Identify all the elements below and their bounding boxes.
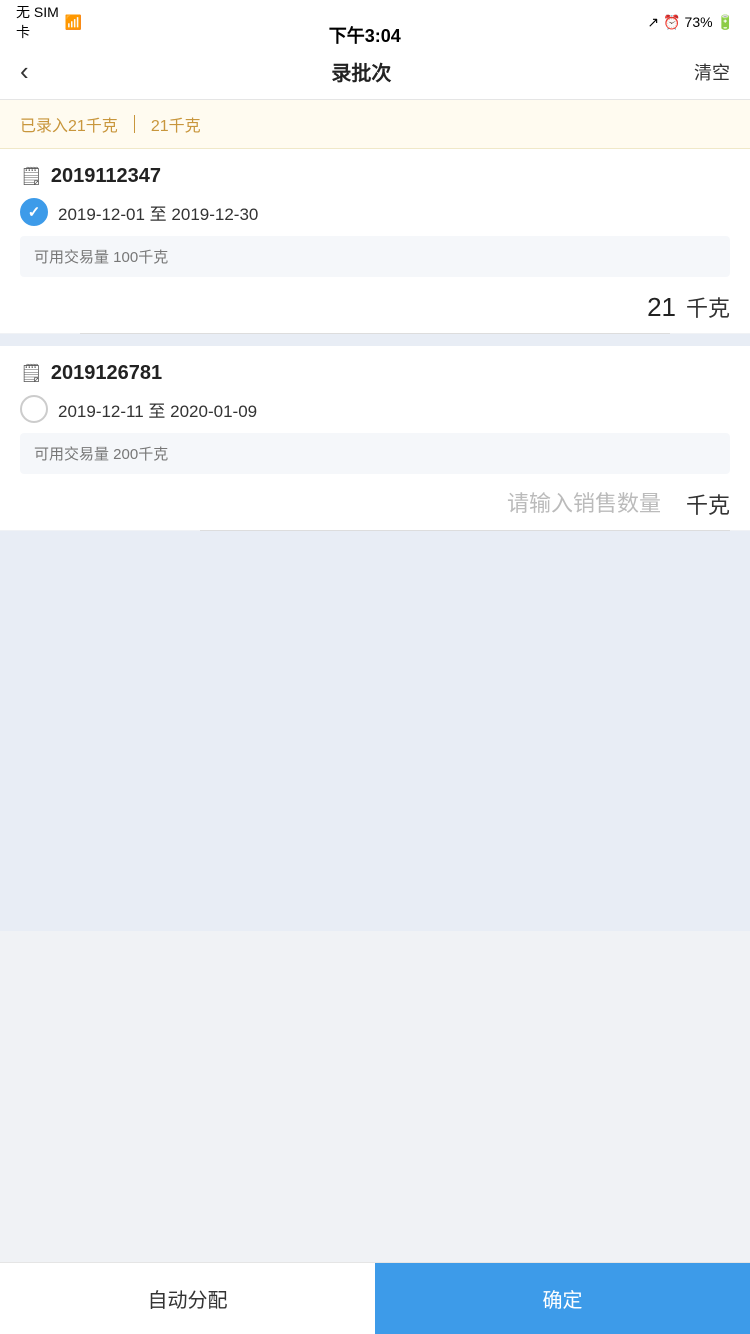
status-right: ↗ ⏰ 73% 🔋: [647, 14, 734, 31]
battery-icon: 🔋: [717, 14, 734, 31]
battery-text: 73%: [685, 14, 713, 30]
batch-1-radio[interactable]: [20, 198, 48, 226]
batch-2-header: 🗒 2019126781: [20, 362, 730, 385]
batch-2-icon: 🗒: [20, 363, 43, 384]
batch-2-input-row: 千克: [0, 474, 750, 530]
recorded-amount: 已录入21千克: [20, 112, 118, 136]
batch-1-date: 2019-12-01 至 2019-12-30: [58, 200, 258, 225]
batch-1-date-row[interactable]: 2019-12-01 至 2019-12-30: [20, 198, 730, 226]
section-divider: [0, 334, 750, 346]
batch-1-id: 2019112347: [51, 165, 161, 188]
back-button[interactable]: ‹: [20, 56, 29, 87]
content-area: 已录入21千克 21千克 🗒 2019112347 2019-12-01 至 2…: [0, 100, 750, 1003]
auto-distribute-button[interactable]: 自动分配: [0, 1263, 375, 1334]
status-left: 无 SIM 卡 📶: [16, 2, 82, 42]
batch-2-date: 2019-12-11 至 2020-01-09: [58, 397, 257, 422]
batch-1-avail: 可用交易量 100千克: [20, 236, 730, 277]
clear-button[interactable]: 清空: [694, 59, 730, 85]
batch-2-quantity-input[interactable]: [476, 491, 676, 517]
batch-1-quantity-row: 21 千克: [0, 277, 750, 333]
batch-item-2: 🗒 2019126781 2019-12-11 至 2020-01-09 可用交…: [0, 346, 750, 474]
no-sim-text: 无 SIM 卡: [16, 2, 59, 42]
batch-2-avail: 可用交易量 200千克: [20, 433, 730, 474]
batch-1-quantity-value: 21: [647, 292, 676, 323]
batch-1-header: 🗒 2019112347: [20, 165, 730, 188]
batch-1-unit: 千克: [686, 291, 730, 323]
batch-1-icon: 🗒: [20, 166, 43, 187]
location-icon: ↗: [647, 14, 659, 31]
status-bar: 无 SIM 卡 📶 下午3:04 ↗ ⏰ 73% 🔋: [0, 0, 750, 44]
nav-bar: ‹ 录批次 清空: [0, 44, 750, 100]
batch-item-1: 🗒 2019112347 2019-12-01 至 2019-12-30 可用交…: [0, 149, 750, 277]
alarm-icon: ⏰: [663, 14, 680, 31]
status-time: 下午3:04: [329, 22, 401, 48]
batch-2-date-row[interactable]: 2019-12-11 至 2020-01-09: [20, 395, 730, 423]
wifi-icon: 📶: [65, 14, 82, 31]
empty-area: [0, 531, 750, 931]
page-title: 录批次: [331, 57, 391, 86]
info-banner: 已录入21千克 21千克: [0, 100, 750, 149]
batch-2-unit: 千克: [686, 488, 730, 520]
batch-2-id: 2019126781: [51, 362, 162, 385]
total-amount: 21千克: [151, 112, 201, 136]
confirm-button[interactable]: 确定: [375, 1263, 750, 1334]
bottom-bar: 自动分配 确定: [0, 1262, 750, 1334]
batch-2-radio[interactable]: [20, 395, 48, 423]
banner-divider: [134, 115, 135, 133]
